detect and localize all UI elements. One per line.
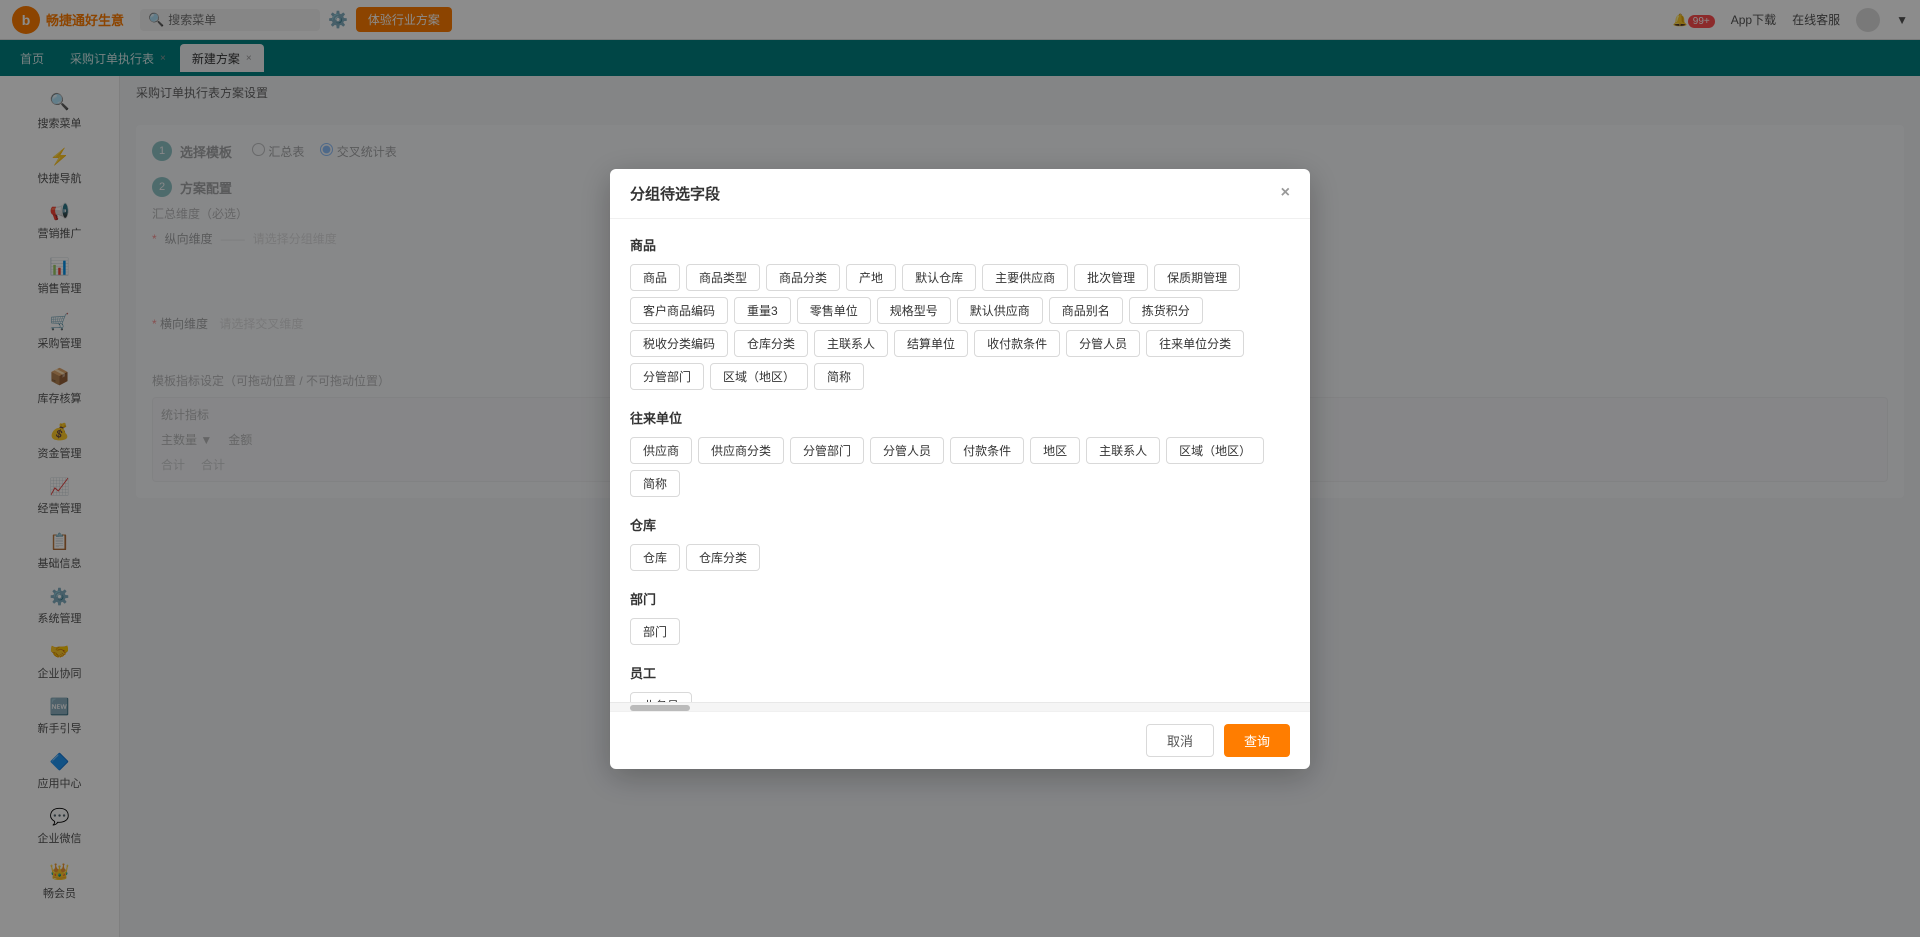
modal-body: 商品商品商品类型商品分类产地默认仓库主要供应商批次管理保质期管理客户商品编码重量… [610,219,1310,703]
field-tag-零售单位[interactable]: 零售单位 [797,297,871,324]
field-tag-仓库[interactable]: 仓库 [630,544,680,571]
field-group-员工: 员工业务员 [630,663,1290,703]
modal-footer: 取消 查询 [610,711,1310,769]
field-group-往来单位: 往来单位供应商供应商分类分管部门分管人员付款条件地区主联系人区域（地区） 简称 [630,408,1290,497]
field-tag-默认仓库[interactable]: 默认仓库 [902,264,976,291]
field-tag-默认供应商[interactable]: 默认供应商 [957,297,1043,324]
field-tags: 部门 [630,618,1290,645]
modal-overlay: 分组待选字段 × 商品商品商品类型商品分类产地默认仓库主要供应商批次管理保质期管… [0,0,1920,937]
modal-hscroll-thumb [630,705,690,711]
field-group-部门: 部门部门 [630,589,1290,645]
field-tag-商品别名[interactable]: 商品别名 [1049,297,1123,324]
field-tag-商品分类[interactable]: 商品分类 [766,264,840,291]
field-tag-区域（地区）[interactable]: 区域（地区） [1166,437,1264,464]
confirm-button[interactable]: 查询 [1224,724,1290,757]
field-tag-简称[interactable]: 简称 [630,470,680,497]
field-tags: 供应商供应商分类分管部门分管人员付款条件地区主联系人区域（地区） 简称 [630,437,1290,497]
field-tag-保质期管理[interactable]: 保质期管理 [1154,264,1240,291]
modal-title: 分组待选字段 [630,183,720,204]
group-title: 部门 [630,589,1290,608]
field-tag-部门[interactable]: 部门 [630,618,680,645]
field-tag-仓库分类[interactable]: 仓库分类 [734,330,808,357]
field-tag-批次管理[interactable]: 批次管理 [1074,264,1148,291]
group-title: 仓库 [630,515,1290,534]
group-title: 商品 [630,235,1290,254]
field-tag-仓库分类[interactable]: 仓库分类 [686,544,760,571]
field-tag-分管人员[interactable]: 分管人员 [870,437,944,464]
field-tag-主要供应商[interactable]: 主要供应商 [982,264,1068,291]
field-tag-商品类型[interactable]: 商品类型 [686,264,760,291]
field-tag-产地[interactable]: 产地 [846,264,896,291]
field-tags: 业务员 [630,692,1290,703]
field-tag-主联系人[interactable]: 主联系人 [814,330,888,357]
field-tag-区域（地区）[interactable]: 区域（地区） [710,363,808,390]
field-tags: 商品商品类型商品分类产地默认仓库主要供应商批次管理保质期管理客户商品编码重量3零… [630,264,1290,390]
field-tag-税收分类编码[interactable]: 税收分类编码 [630,330,728,357]
field-tag-往来单位分类[interactable]: 往来单位分类 [1146,330,1244,357]
field-tag-分管部门[interactable]: 分管部门 [790,437,864,464]
field-group-仓库: 仓库仓库仓库分类 [630,515,1290,571]
field-tag-商品[interactable]: 商品 [630,264,680,291]
cancel-button[interactable]: 取消 [1146,724,1214,757]
field-tag-地区[interactable]: 地区 [1030,437,1080,464]
modal-header: 分组待选字段 × [610,169,1310,219]
field-tags: 仓库仓库分类 [630,544,1290,571]
field-tag-业务员[interactable]: 业务员 [630,692,692,703]
field-tag-结算单位[interactable]: 结算单位 [894,330,968,357]
field-tag-分管部门[interactable]: 分管部门 [630,363,704,390]
field-group-商品: 商品商品商品类型商品分类产地默认仓库主要供应商批次管理保质期管理客户商品编码重量… [630,235,1290,390]
field-tag-重量3[interactable]: 重量3 [734,297,791,324]
field-tag-分管人员[interactable]: 分管人员 [1066,330,1140,357]
field-select-modal: 分组待选字段 × 商品商品商品类型商品分类产地默认仓库主要供应商批次管理保质期管… [610,169,1310,769]
modal-close-btn[interactable]: × [1281,184,1290,202]
field-tag-简称[interactable]: 简称 [814,363,864,390]
field-tag-拣货积分[interactable]: 拣货积分 [1129,297,1203,324]
field-tag-主联系人[interactable]: 主联系人 [1086,437,1160,464]
group-title: 往来单位 [630,408,1290,427]
field-tag-客户商品编码[interactable]: 客户商品编码 [630,297,728,324]
field-tag-供应商分类[interactable]: 供应商分类 [698,437,784,464]
field-tag-付款条件[interactable]: 付款条件 [950,437,1024,464]
group-title: 员工 [630,663,1290,682]
field-tag-收付款条件[interactable]: 收付款条件 [974,330,1060,357]
field-tag-规格型号[interactable]: 规格型号 [877,297,951,324]
modal-horizontal-scrollbar[interactable] [610,702,1310,710]
field-tag-供应商[interactable]: 供应商 [630,437,692,464]
